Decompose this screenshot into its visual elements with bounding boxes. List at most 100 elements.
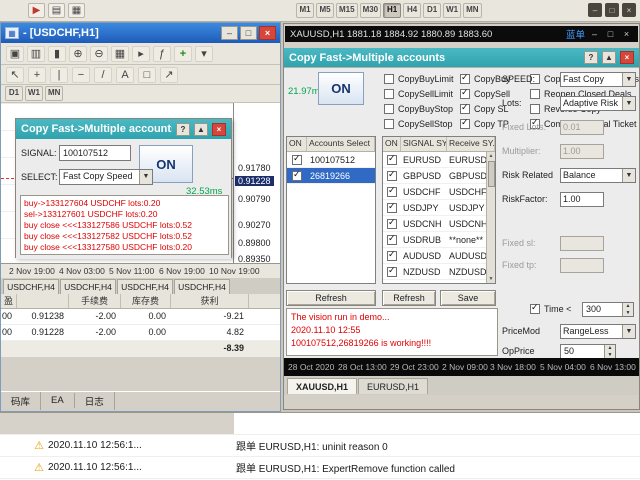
setting-control[interactable] <box>560 258 604 273</box>
chevron-down-icon[interactable] <box>622 169 635 182</box>
price-axis[interactable]: 0.91780 0.91228 0.90790 0.90270 0.89800 … <box>233 103 280 264</box>
timeframe-button[interactable]: M5 <box>316 3 334 18</box>
app-close-button[interactable]: × <box>622 3 636 17</box>
symbol-row[interactable]: NZDUSD NZDUSD <box>383 264 495 280</box>
symbol-checkbox[interactable] <box>387 265 397 277</box>
zoom-out-icon[interactable]: ⊖ <box>90 45 108 62</box>
symbol-checkbox[interactable] <box>387 249 397 261</box>
scroll-up-icon[interactable]: ▲ <box>489 152 494 160</box>
orders-column-header[interactable] <box>17 294 69 308</box>
arrow-tool-icon[interactable]: ↗ <box>160 66 178 83</box>
setting-control[interactable]: 0.01 <box>560 120 604 135</box>
speed-select[interactable]: Fast Copy Speed <box>59 169 153 185</box>
chevron-down-icon[interactable] <box>139 170 152 184</box>
chevron-down-icon[interactable] <box>622 97 635 110</box>
checkbox[interactable] <box>384 73 394 84</box>
orders-column-header[interactable]: 库存费 <box>121 294 171 308</box>
checkbox[interactable] <box>460 117 470 129</box>
setting-control[interactable]: Adaptive Risk <box>560 96 636 111</box>
save-button[interactable]: Save <box>440 290 496 306</box>
trendline-icon[interactable]: / <box>94 66 112 83</box>
tile-windows-icon[interactable]: ▦ <box>111 45 129 62</box>
journal-row[interactable]: 2020.11.10 12:56:1... 跟单 EURUSD,H1: Expe… <box>0 457 640 479</box>
journal-row[interactable]: 2020.11.10 12:56:1... 跟单 EURUSD,H1: unin… <box>0 435 640 457</box>
accounts-on-header[interactable]: ON <box>287 137 307 151</box>
spinner-arrows[interactable]: ▲ ▼ <box>622 303 633 316</box>
account-checkbox[interactable] <box>292 169 302 181</box>
symbol-row[interactable]: GBPUSD GBPUSD <box>383 168 495 184</box>
data-window-icon[interactable]: ▦ <box>68 3 85 18</box>
help-button[interactable]: ? <box>176 122 190 136</box>
checkbox[interactable] <box>460 72 470 84</box>
zoom-in-icon[interactable]: ⊕ <box>69 45 87 62</box>
timeframe-button[interactable]: M30 <box>359 3 382 18</box>
symbol-row[interactable]: USDCNH USDCNH <box>383 216 495 232</box>
vline-icon[interactable]: | <box>50 66 68 83</box>
right-time-axis[interactable]: 28 Oct 2020 28 Oct 13:00 29 Oct 23:00 2 … <box>284 358 639 376</box>
auto-scroll-icon[interactable]: ▸ <box>132 45 150 62</box>
crosshair-icon[interactable]: + <box>28 66 46 83</box>
symbol-checkbox[interactable] <box>387 153 397 165</box>
pin-button[interactable]: ▲ <box>194 122 208 136</box>
price-mode-select[interactable]: RangeLess <box>560 324 636 339</box>
minimize-button[interactable]: – <box>588 29 601 39</box>
order-row[interactable]: 00 0.91238 -2.00 0.00 -9.21 <box>1 309 280 325</box>
app-restore-button[interactable]: □ <box>605 3 619 17</box>
timeframe-button[interactable]: MN <box>463 3 482 18</box>
terminal-tab[interactable]: EA <box>41 393 75 408</box>
symbol-row[interactable]: USDJPY USDJPY <box>383 200 495 216</box>
time-axis[interactable]: 2 Nov 19:00 4 Nov 03:00 5 Nov 11:00 6 No… <box>1 263 280 278</box>
close-button[interactable]: × <box>620 29 633 39</box>
symbols-on-header[interactable]: ON <box>383 137 401 151</box>
account-row[interactable]: 100107512 <box>287 152 375 168</box>
setting-control[interactable] <box>560 236 604 251</box>
chart-tab[interactable]: USDCHF,H4 <box>117 279 173 294</box>
scroll-down-icon[interactable]: ▼ <box>489 275 494 283</box>
chart-type-icon[interactable]: ▥ <box>27 45 45 62</box>
checkbox[interactable] <box>460 87 470 99</box>
chevron-down-icon[interactable] <box>622 325 635 338</box>
setting-control[interactable]: 1.00 <box>560 144 604 159</box>
dialog-titlebar[interactable]: Copy Fast->Multiple accounts ? ▲ × <box>16 119 231 139</box>
market-watch-icon[interactable]: ▤ <box>48 3 65 18</box>
minimize-button[interactable]: – <box>221 26 238 40</box>
refresh-symbols-button[interactable]: Refresh <box>382 290 436 306</box>
account-checkbox[interactable] <box>292 153 302 165</box>
checkbox[interactable] <box>384 88 394 99</box>
terminal-tab[interactable]: 码库 <box>1 391 42 410</box>
candles-icon[interactable]: ▮ <box>48 45 66 62</box>
timeframe-button[interactable]: D1 <box>5 86 23 101</box>
help-button[interactable]: ? <box>584 51 598 64</box>
timeframe-button[interactable]: M1 <box>296 3 314 18</box>
close-button[interactable]: × <box>259 26 276 40</box>
time-filter-spinner[interactable]: 300 ▲ ▼ <box>582 302 634 317</box>
shapes-icon[interactable]: □ <box>138 66 156 83</box>
timeframe-button[interactable]: W1 <box>443 3 462 18</box>
chart-tab[interactable]: EURUSD,H1 <box>358 378 429 394</box>
chart-tab[interactable]: USDCHF,H4 <box>174 279 230 294</box>
spinner-arrows[interactable]: ▲ ▼ <box>604 345 615 358</box>
left-window-titlebar[interactable]: ▦ - [USDCHF,H1] – □ × <box>1 23 280 43</box>
timeframe-button[interactable]: H1 <box>383 3 402 18</box>
symbol-checkbox[interactable] <box>387 233 397 245</box>
time-filter-checkbox[interactable] <box>530 302 540 314</box>
scrollbar-thumb[interactable] <box>487 161 495 187</box>
hline-icon[interactable]: − <box>72 66 90 83</box>
timeframe-button[interactable]: H4 <box>403 3 422 18</box>
receive-symbol-header[interactable]: Receive SY... <box>447 137 495 151</box>
setting-control[interactable]: Fast Copy <box>560 72 636 87</box>
symbol-row[interactable]: USDRUB **none** <box>383 232 495 248</box>
symbol-row[interactable]: USDCHF USDCHF <box>383 184 495 200</box>
terminal-tab[interactable]: 日志 <box>75 391 115 410</box>
chevron-down-icon[interactable] <box>622 73 635 86</box>
checkbox[interactable] <box>384 103 394 114</box>
dialog-close-button[interactable]: × <box>620 51 634 64</box>
op-price-spinner[interactable]: 50 ▲ ▼ <box>560 344 616 359</box>
text-label-icon[interactable]: A <box>116 66 134 83</box>
restore-button[interactable]: □ <box>240 26 257 40</box>
symbol-row[interactable]: AUDUSD AUDUSD <box>383 248 495 264</box>
symbol-checkbox[interactable] <box>387 169 397 181</box>
orders-column-header[interactable]: 手续费 <box>69 294 121 308</box>
signal-symbol-header[interactable]: SIGNAL SY... <box>401 137 447 151</box>
symbol-row[interactable]: EURUSD EURUSD <box>383 152 495 168</box>
